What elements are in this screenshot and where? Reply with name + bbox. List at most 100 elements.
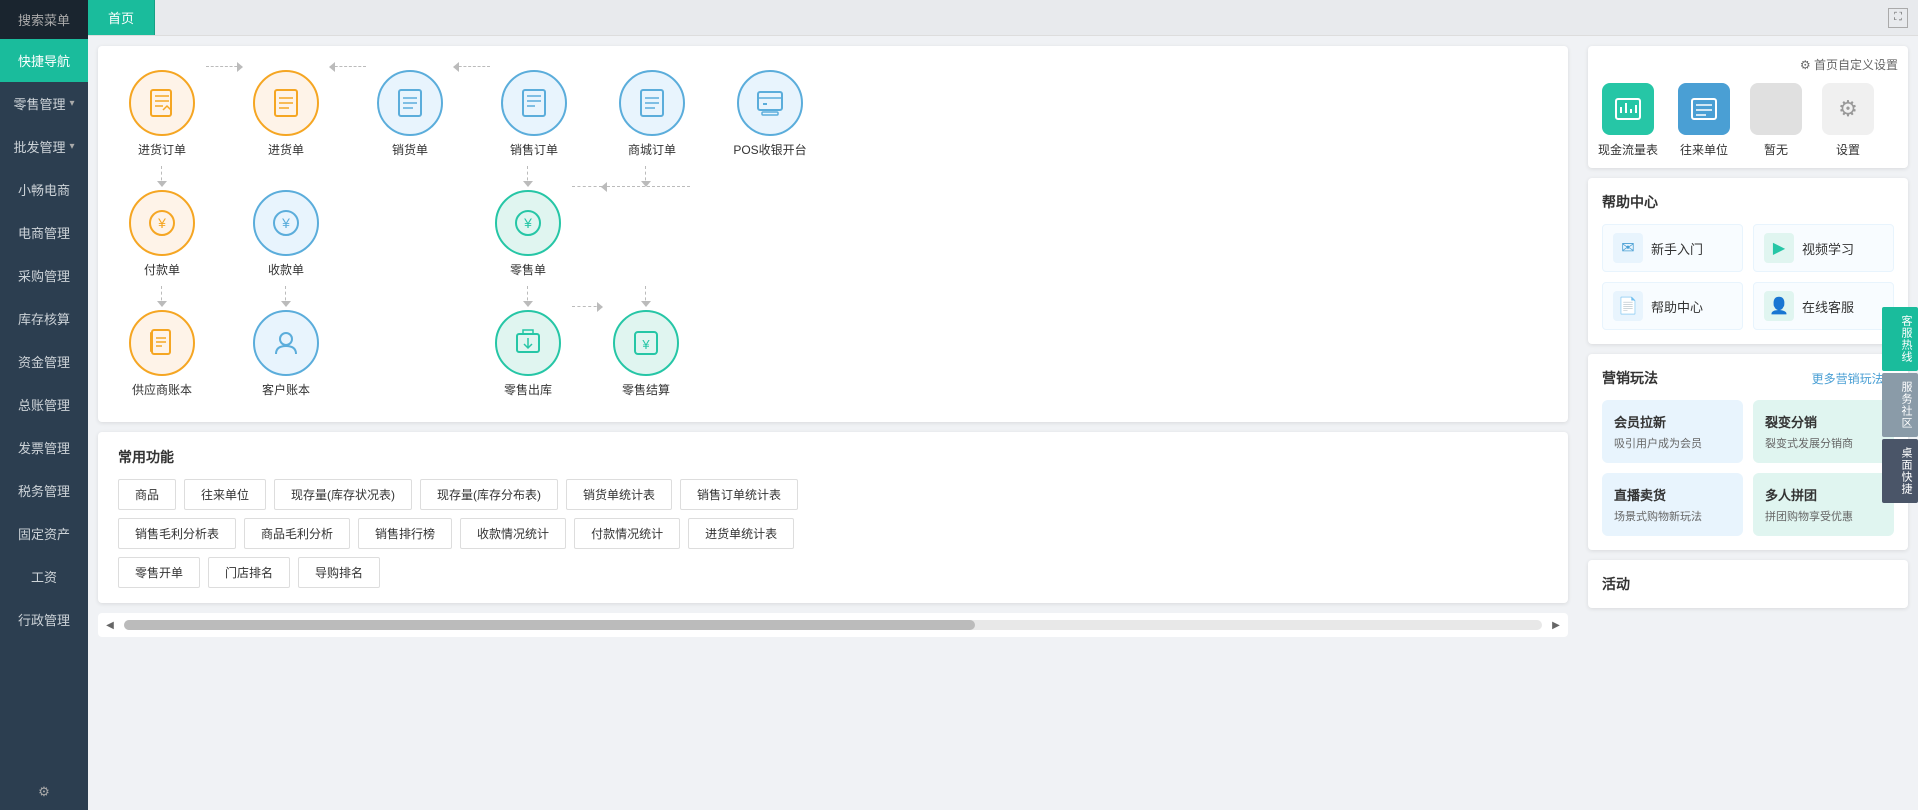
node-fkd[interactable]: ¥ 付款单: [118, 186, 206, 282]
sidebar-item-ecom[interactable]: 小畅电商: [0, 168, 88, 211]
node-lsjjs[interactable]: ¥ 零售结算: [602, 306, 690, 402]
help-item-beginner[interactable]: ✉ 新手入门: [1602, 224, 1743, 272]
sidebar-item-ecom-mgmt[interactable]: 电商管理: [0, 211, 88, 254]
sidebar-item-quick-nav[interactable]: 快捷导航: [0, 39, 88, 82]
node-skd[interactable]: ¥ 收款单: [242, 186, 330, 282]
sidebar-item-wholesale[interactable]: 批发管理 ▾: [0, 125, 88, 168]
help-title: 帮助中心: [1602, 192, 1894, 212]
func-btn-goods[interactable]: 商品: [118, 479, 176, 510]
khzhb-icon: [253, 310, 319, 376]
func-btn-order-stat[interactable]: 销售订单统计表: [680, 479, 798, 510]
func-btn-stock2[interactable]: 现存量(库存分布表): [420, 479, 558, 510]
func-btn-stock1[interactable]: 现存量(库存状况表): [274, 479, 412, 510]
xhd-icon: [377, 70, 443, 136]
sidebar-item-inventory[interactable]: 库存核算: [0, 297, 88, 340]
sidebar-search[interactable]: 搜索菜单: [0, 0, 88, 39]
node-xhd[interactable]: 销货单: [366, 66, 454, 162]
float-btn-desktop[interactable]: 桌面快捷: [1882, 439, 1918, 503]
sidebar-item-ledger[interactable]: 总账管理: [0, 383, 88, 426]
gyszhb-icon: [129, 310, 195, 376]
settings-label-txt: 设置: [1836, 141, 1860, 158]
scroll-track[interactable]: [124, 620, 1542, 630]
fkd-label: 付款单: [144, 261, 180, 278]
func-btn-receipt[interactable]: 收款情况统计: [460, 518, 566, 549]
sidebar-item-purchase[interactable]: 采购管理: [0, 254, 88, 297]
marketing-item-group[interactable]: 多人拼团 拼团购物享受优惠: [1753, 473, 1894, 536]
scdl-icon: [619, 70, 685, 136]
tab-home[interactable]: 首页: [88, 0, 155, 35]
func-btn-profit1[interactable]: 销售毛利分析表: [118, 518, 236, 549]
tabbar: 首页 ⛶: [88, 0, 1918, 36]
func-btn-guide[interactable]: 导购排名: [298, 557, 380, 588]
xhd-label: 销货单: [392, 141, 428, 158]
fkd-icon: ¥: [129, 190, 195, 256]
node-jhdl[interactable]: 进货订单: [118, 66, 206, 162]
empty-icon-box: [1750, 83, 1802, 135]
node-pos[interactable]: POS收银开台: [726, 66, 814, 162]
node-jhd[interactable]: 进货单: [242, 66, 330, 162]
func-btn-retail[interactable]: 零售开单: [118, 557, 200, 588]
quick-access-settings[interactable]: ⚙ 首页自定义设置: [1598, 56, 1898, 73]
marketing-title: 营销玩法: [1602, 368, 1658, 388]
sidebar-item-admin[interactable]: 行政管理: [0, 598, 88, 641]
func-btn-purchase-stat[interactable]: 进货单统计表: [688, 518, 794, 549]
scroll-area: ◀ ▶: [98, 613, 1568, 637]
float-btn-service[interactable]: 客服热线: [1882, 307, 1918, 371]
func-btn-sales-stat[interactable]: 销货单统计表: [566, 479, 672, 510]
jhdl-icon: [129, 70, 195, 136]
node-scdl[interactable]: 商城订单: [608, 66, 696, 162]
expand-button[interactable]: ⛶: [1888, 8, 1908, 28]
scroll-thumb: [124, 620, 975, 630]
func-btn-store[interactable]: 门店排名: [208, 557, 290, 588]
node-gyszhb[interactable]: 供应商账本: [118, 306, 206, 402]
func-btn-ranking[interactable]: 销售排行榜: [358, 518, 452, 549]
func-btn-profit2[interactable]: 商品毛利分析: [244, 518, 350, 549]
node-khzhb[interactable]: 客户账本: [242, 306, 330, 402]
sidebar-item-invoice[interactable]: 发票管理: [0, 426, 88, 469]
beginner-label: 新手入门: [1651, 239, 1703, 258]
marketing-item-member[interactable]: 会员拉新 吸引用户成为会员: [1602, 400, 1743, 463]
help-label: 帮助中心: [1651, 297, 1703, 316]
quick-icons-row: 现金流量表 往来单位 暂无 ⚙: [1598, 83, 1898, 158]
scroll-right-btn[interactable]: ▶: [1548, 617, 1564, 633]
node-lsd[interactable]: ¥ 零售单: [484, 186, 572, 282]
scroll-left-btn[interactable]: ◀: [102, 617, 118, 633]
right-panel: ⚙ 首页自定义设置 现金流量表 往来单位: [1578, 36, 1918, 810]
main-area: 首页 ⛶ 进货订单: [88, 0, 1918, 810]
quick-icon-settings[interactable]: ⚙ 设置: [1822, 83, 1874, 158]
lsjjs-label: 零售结算: [622, 381, 670, 398]
content-wrapper: 进货订单 进货单: [88, 36, 1918, 810]
empty-label: 暂无: [1764, 141, 1788, 158]
help-item-help[interactable]: 📄 帮助中心: [1602, 282, 1743, 330]
help-item-video[interactable]: ▶ 视频学习: [1753, 224, 1894, 272]
help-item-service[interactable]: 👤 在线客服: [1753, 282, 1894, 330]
float-btn-community[interactable]: 服务社区: [1882, 373, 1918, 437]
sidebar-item-label: 工资: [31, 567, 57, 586]
quick-icon-partners[interactable]: 往来单位: [1678, 83, 1730, 158]
sidebar-item-salary[interactable]: 工资: [0, 555, 88, 598]
sidebar-item-label: 资金管理: [18, 352, 70, 371]
live-desc: 场景式购物新玩法: [1614, 508, 1731, 524]
sidebar-settings-icon[interactable]: ⚙: [0, 774, 88, 810]
quick-icon-cashflow[interactable]: 现金流量表: [1598, 83, 1658, 158]
sidebar-item-retail[interactable]: 零售管理 ▾: [0, 82, 88, 125]
node-xsdl[interactable]: 销售订单: [490, 66, 578, 162]
tab-controls: ⛶: [1884, 0, 1918, 35]
func-btn-payment[interactable]: 付款情况统计: [574, 518, 680, 549]
tab-home-label: 首页: [108, 8, 134, 27]
marketing-item-live[interactable]: 直播卖货 场景式购物新玩法: [1602, 473, 1743, 536]
quick-icon-empty[interactable]: 暂无: [1750, 83, 1802, 158]
sidebar-item-fixed-assets[interactable]: 固定资产: [0, 512, 88, 555]
skd-label: 收款单: [268, 261, 304, 278]
sidebar-item-label: 固定资产: [18, 524, 70, 543]
sidebar-item-finance[interactable]: 资金管理: [0, 340, 88, 383]
func-btn-partners[interactable]: 往来单位: [184, 479, 266, 510]
sidebar-item-label: 库存核算: [18, 309, 70, 328]
sidebar-item-label: 总账管理: [18, 395, 70, 414]
node-lsck[interactable]: 零售出库: [484, 306, 572, 402]
sidebar-item-label: 快捷导航: [18, 51, 70, 70]
sidebar-item-tax[interactable]: 税务管理: [0, 469, 88, 512]
fission-desc: 裂变式发展分销商: [1765, 435, 1882, 451]
marketing-item-fission[interactable]: 裂变分销 裂变式发展分销商: [1753, 400, 1894, 463]
help-card: 帮助中心 ✉ 新手入门 ▶ 视频学习 📄 帮助中心 👤: [1588, 178, 1908, 344]
